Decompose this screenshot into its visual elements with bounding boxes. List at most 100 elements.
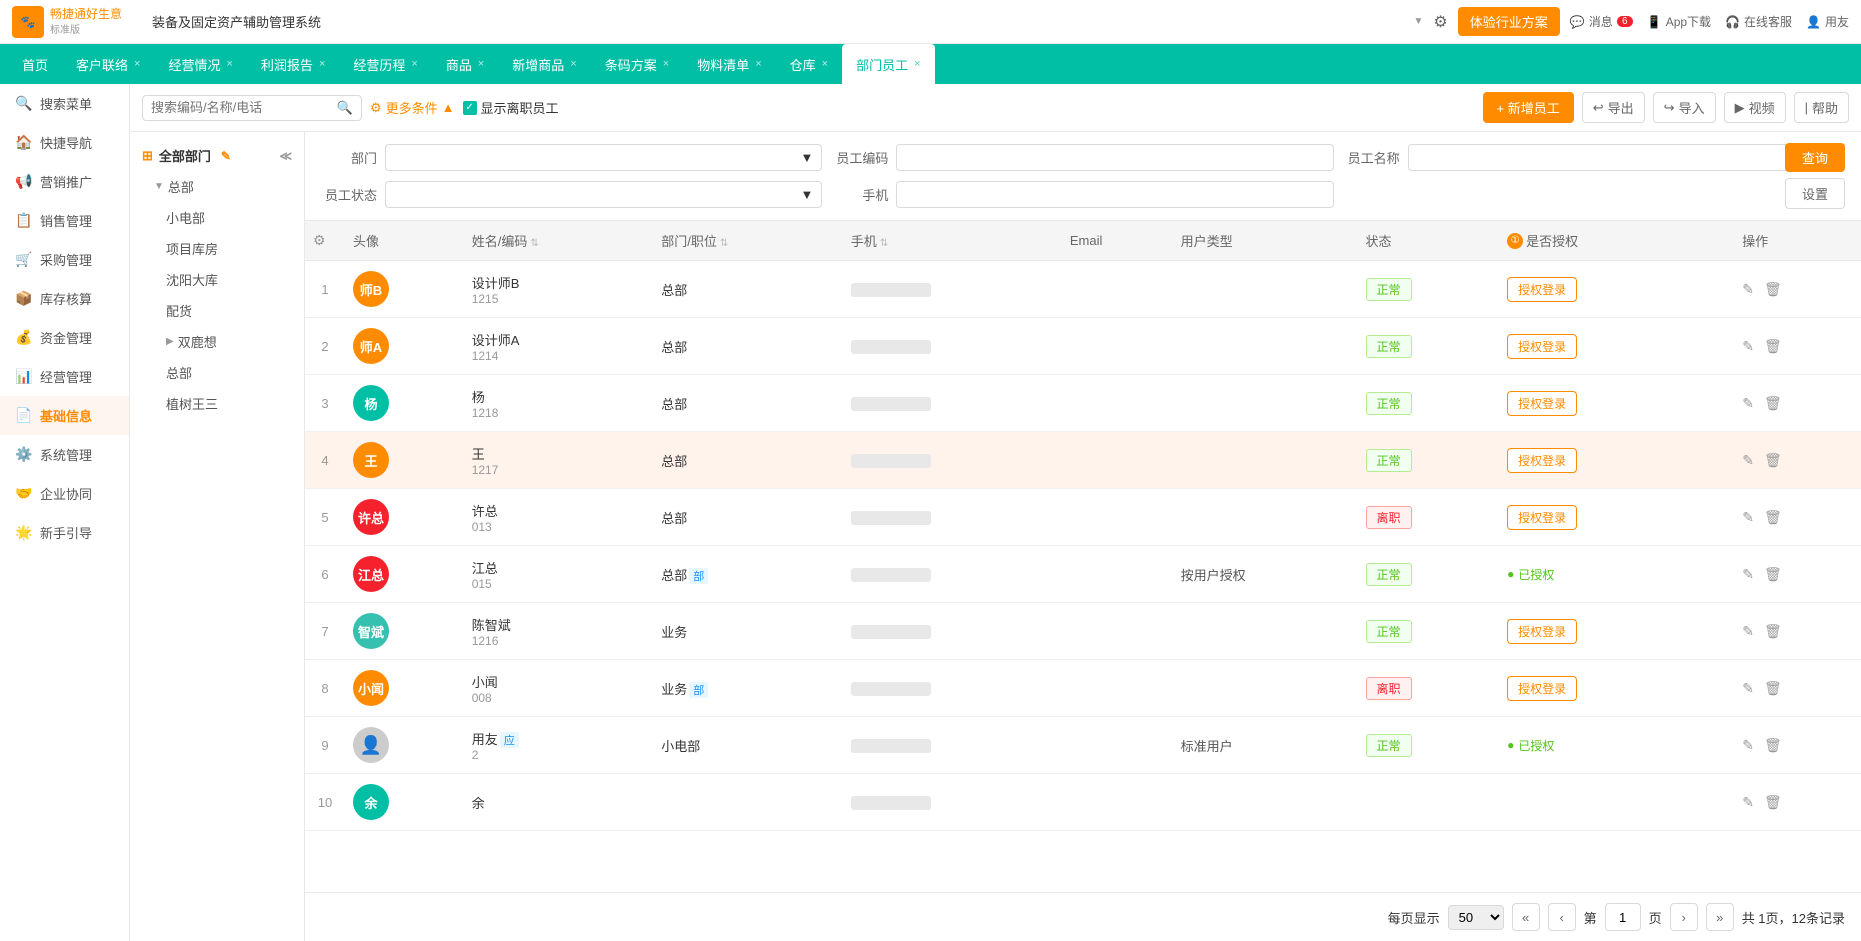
edit-icon[interactable]: ✎ bbox=[1742, 452, 1754, 469]
dept-item-headquarters[interactable]: 总部 bbox=[130, 357, 304, 388]
sidebar-item-basic-info[interactable]: 📄 基础信息 bbox=[0, 396, 129, 435]
sidebar-item-system[interactable]: ⚙️ 系统管理 bbox=[0, 435, 129, 474]
delete-icon[interactable]: 🗑 bbox=[1764, 395, 1782, 412]
auth-login-btn[interactable]: 授权登录 bbox=[1507, 391, 1577, 416]
dept-header[interactable]: ⊞ 全部部门 ✎ ≪ bbox=[130, 140, 304, 171]
tab-barcode[interactable]: 条码方案× bbox=[591, 44, 683, 84]
close-icon[interactable]: × bbox=[822, 58, 828, 70]
show-resigned-toggle[interactable]: ✓ 显示离职员工 bbox=[463, 98, 559, 117]
dept-item-shuanglu[interactable]: ▶ 双鹿想 bbox=[130, 326, 304, 357]
dept-item-plant[interactable]: 植树王三 bbox=[130, 388, 304, 419]
delete-icon[interactable]: 🗑 bbox=[1764, 338, 1782, 355]
dept-item-small-electric[interactable]: 小电部 bbox=[130, 202, 304, 233]
next-page-btn[interactable]: › bbox=[1670, 903, 1698, 931]
prev-page-btn[interactable]: ‹ bbox=[1548, 903, 1576, 931]
close-icon[interactable]: × bbox=[914, 58, 920, 70]
edit-icon[interactable]: ✎ bbox=[1742, 566, 1754, 583]
page-number-input[interactable] bbox=[1605, 903, 1641, 931]
close-icon[interactable]: × bbox=[226, 58, 232, 70]
edit-icon[interactable]: ✎ bbox=[1742, 281, 1754, 298]
query-btn[interactable]: 查询 bbox=[1785, 143, 1845, 172]
close-icon[interactable]: × bbox=[319, 58, 325, 70]
sidebar-item-guide[interactable]: 🌟 新手引导 bbox=[0, 513, 129, 552]
tab-goods[interactable]: 商品× bbox=[432, 44, 498, 84]
auth-login-btn[interactable]: 授权登录 bbox=[1507, 619, 1577, 644]
online-support-btn[interactable]: 🎧 在线客服 bbox=[1725, 13, 1792, 30]
search-input[interactable] bbox=[151, 100, 333, 115]
msg-btn[interactable]: 💬 消息 6 bbox=[1570, 13, 1633, 30]
edit-icon[interactable]: ✎ bbox=[1742, 395, 1754, 412]
help-btn[interactable]: | 帮助 bbox=[1794, 92, 1849, 123]
delete-icon[interactable]: 🗑 bbox=[1764, 737, 1782, 754]
edit-icon[interactable]: ✎ bbox=[1742, 509, 1754, 526]
delete-icon[interactable]: 🗑 bbox=[1764, 509, 1782, 526]
close-icon[interactable]: × bbox=[663, 58, 669, 70]
edit-icon[interactable]: ✎ bbox=[1742, 737, 1754, 754]
delete-icon[interactable]: 🗑 bbox=[1764, 680, 1782, 697]
sort-icon[interactable]: ⇅ bbox=[880, 238, 888, 249]
sidebar-item-operations[interactable]: 📊 经营管理 bbox=[0, 357, 129, 396]
collapse-dept-icon[interactable]: ≪ bbox=[279, 149, 292, 163]
more-filters-btn[interactable]: ⚙ 更多条件 ▲ bbox=[370, 98, 455, 117]
edit-icon[interactable]: ✎ bbox=[1742, 338, 1754, 355]
emp-code-input[interactable] bbox=[896, 144, 1333, 171]
close-icon[interactable]: × bbox=[755, 58, 761, 70]
last-page-btn[interactable]: » bbox=[1706, 903, 1734, 931]
sort-icon[interactable]: ⇅ bbox=[720, 238, 728, 249]
delete-icon[interactable]: 🗑 bbox=[1764, 452, 1782, 469]
sidebar-item-inventory[interactable]: 📦 库存核算 bbox=[0, 279, 129, 318]
tab-customer[interactable]: 客户联络× bbox=[62, 44, 154, 84]
close-icon[interactable]: × bbox=[570, 58, 576, 70]
user-avatar[interactable]: 👤 用友 bbox=[1806, 13, 1849, 30]
tab-bom[interactable]: 物料清单× bbox=[683, 44, 775, 84]
auth-login-btn[interactable]: 授权登录 bbox=[1507, 334, 1577, 359]
tab-operations[interactable]: 经营情况× bbox=[154, 44, 246, 84]
delete-icon[interactable]: 🗑 bbox=[1764, 281, 1782, 298]
tab-home[interactable]: 首页 bbox=[8, 44, 62, 84]
edit-icon[interactable]: ✎ bbox=[1742, 680, 1754, 697]
auth-login-btn[interactable]: 授权登录 bbox=[1507, 676, 1577, 701]
tab-profit[interactable]: 利润报告× bbox=[247, 44, 339, 84]
import-btn[interactable]: ↪ 导入 bbox=[1653, 92, 1716, 123]
edit-icon[interactable]: ✎ bbox=[1742, 794, 1754, 811]
sidebar-item-marketing[interactable]: 📢 营销推广 bbox=[0, 162, 129, 201]
sidebar-item-collab[interactable]: 🤝 企业协同 bbox=[0, 474, 129, 513]
phone-input[interactable] bbox=[896, 181, 1333, 208]
delete-icon[interactable]: 🗑 bbox=[1764, 794, 1782, 811]
export-btn[interactable]: ↩ 导出 bbox=[1582, 92, 1645, 123]
tab-history[interactable]: 经营历程× bbox=[339, 44, 431, 84]
sidebar-item-purchase[interactable]: 🛒 采购管理 bbox=[0, 240, 129, 279]
close-icon[interactable]: × bbox=[411, 58, 417, 70]
sidebar-item-sales[interactable]: 📋 销售管理 bbox=[0, 201, 129, 240]
emp-name-input[interactable] bbox=[1408, 144, 1845, 171]
app-download-btn[interactable]: 📱 App下载 bbox=[1647, 13, 1711, 30]
sidebar-item-finance[interactable]: 💰 资金管理 bbox=[0, 318, 129, 357]
edit-dept-icon[interactable]: ✎ bbox=[221, 149, 231, 163]
sort-icon[interactable]: ⇅ bbox=[530, 238, 538, 249]
dept-item-distribution[interactable]: 配货 bbox=[130, 295, 304, 326]
reset-btn[interactable]: 设置 bbox=[1785, 178, 1845, 209]
experience-btn[interactable]: 体验行业方案 bbox=[1458, 7, 1560, 36]
close-icon[interactable]: × bbox=[134, 58, 140, 70]
delete-icon[interactable]: 🗑 bbox=[1764, 566, 1782, 583]
dept-item-shenyang[interactable]: 沈阳大库 bbox=[130, 264, 304, 295]
view-btn[interactable]: ▶ 视频 bbox=[1724, 92, 1786, 123]
sidebar-item-search[interactable]: 🔍 搜索菜单 bbox=[0, 84, 129, 123]
tab-new-goods[interactable]: 新增商品× bbox=[498, 44, 590, 84]
edit-icon[interactable]: ✎ bbox=[1742, 623, 1754, 640]
tab-employees[interactable]: 部门员工× bbox=[842, 44, 934, 84]
page-size-select[interactable]: 50 20 100 bbox=[1448, 905, 1504, 930]
dept-select[interactable]: ▼ bbox=[385, 144, 822, 171]
auth-login-btn[interactable]: 授权登录 bbox=[1507, 277, 1577, 302]
settings-icon[interactable]: ⚙ bbox=[313, 232, 326, 248]
dept-item-general[interactable]: ▼ 总部 bbox=[130, 171, 304, 202]
emp-status-select[interactable]: ▼ bbox=[385, 181, 822, 208]
add-employee-btn[interactable]: + 新增员工 bbox=[1483, 92, 1574, 123]
delete-icon[interactable]: 🗑 bbox=[1764, 623, 1782, 640]
sys-dropdown-icon[interactable]: ▼ bbox=[1414, 16, 1424, 27]
auth-login-btn[interactable]: 授权登录 bbox=[1507, 448, 1577, 473]
tab-warehouse[interactable]: 仓库× bbox=[776, 44, 842, 84]
auth-login-btn[interactable]: 授权登录 bbox=[1507, 505, 1577, 530]
close-icon[interactable]: × bbox=[478, 58, 484, 70]
first-page-btn[interactable]: « bbox=[1512, 903, 1540, 931]
